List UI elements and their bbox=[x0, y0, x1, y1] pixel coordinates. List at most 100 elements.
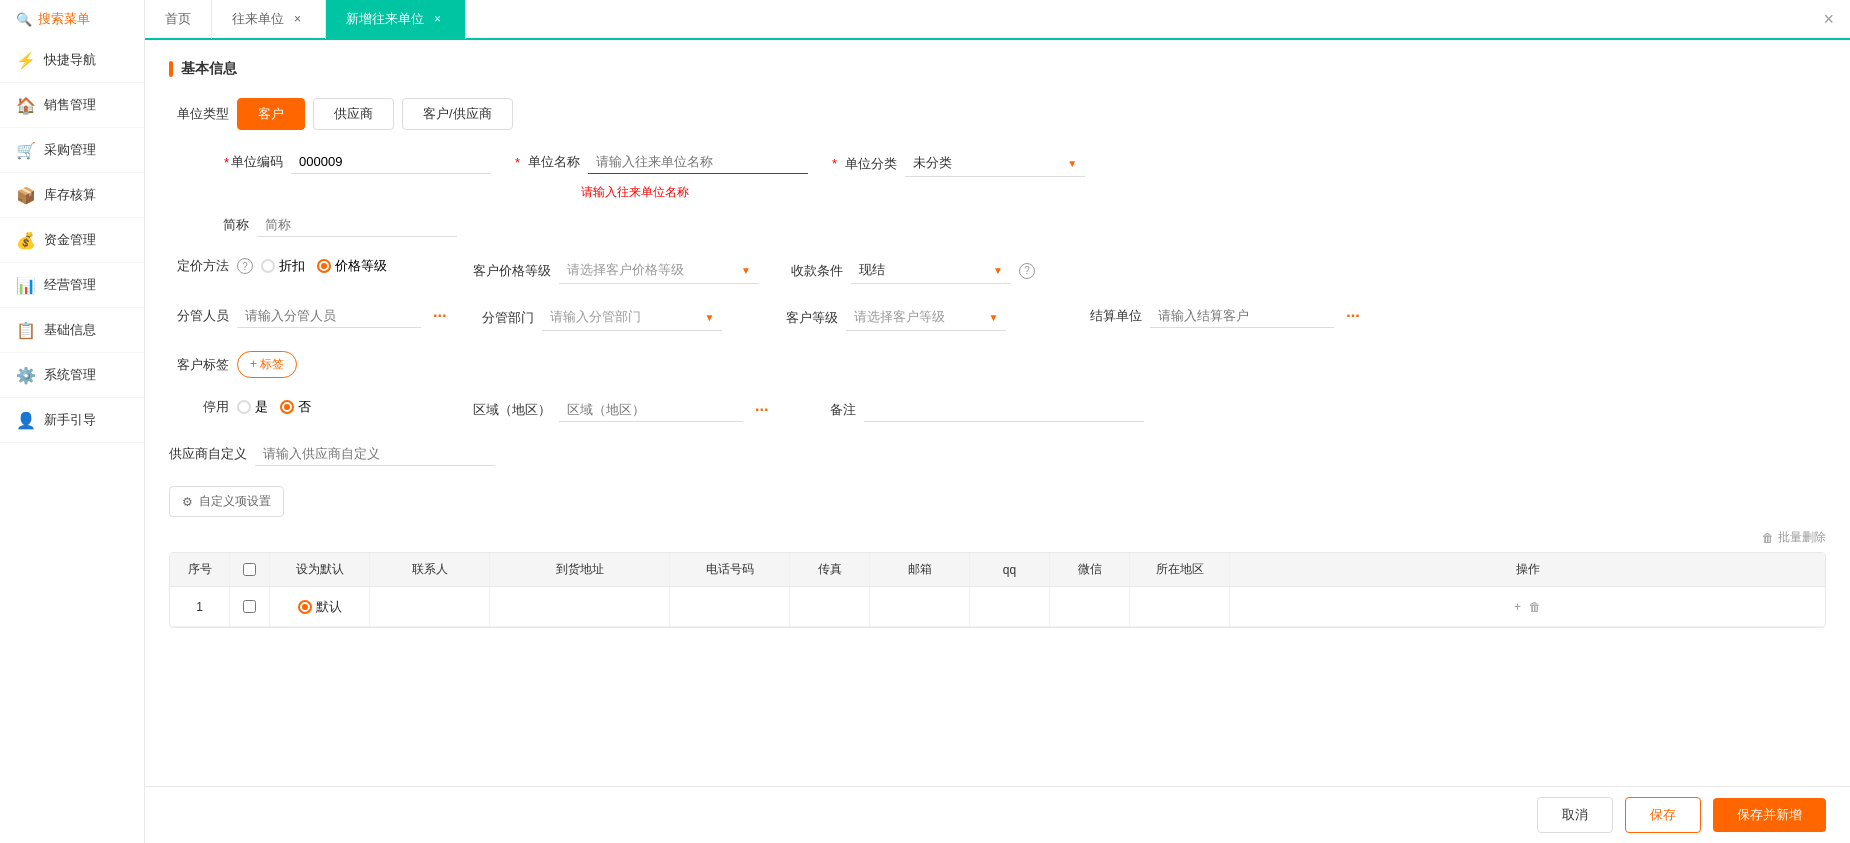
settlement-dots-button[interactable]: ··· bbox=[1342, 307, 1363, 325]
tab-partner[interactable]: 往来单位 × bbox=[212, 0, 326, 39]
type-btn-both[interactable]: 客户/供应商 bbox=[402, 98, 513, 130]
payment-terms-select[interactable]: 现结 ▼ bbox=[851, 257, 1011, 284]
add-tag-button[interactable]: + 标签 bbox=[237, 351, 297, 378]
sidebar-item-sales[interactable]: 🏠 销售管理 bbox=[0, 83, 144, 128]
remarks-group: 备注 bbox=[796, 398, 1144, 422]
pricing-help-icon[interactable]: ? bbox=[237, 258, 253, 274]
sidebar-item-guide[interactable]: 👤 新手引导 bbox=[0, 398, 144, 443]
settlement-group: 结算单位 ··· bbox=[1082, 304, 1363, 328]
customer-price-level-select[interactable]: 请选择客户价格等级 ▼ bbox=[559, 257, 759, 284]
customer-tag-label: 客户标签 bbox=[169, 356, 229, 374]
tab-new-partner-close[interactable]: × bbox=[430, 10, 445, 28]
unit-type-group: 单位类型 客户 供应商 客户/供应商 bbox=[169, 98, 513, 130]
qq-input[interactable] bbox=[982, 595, 1037, 618]
radio-discount[interactable]: 折扣 bbox=[261, 257, 305, 275]
radio-yes[interactable]: 是 bbox=[237, 398, 268, 416]
tab-partner-label: 往来单位 bbox=[232, 10, 284, 28]
manager-input[interactable] bbox=[237, 304, 421, 328]
sidebar-item-purchase-label: 采购管理 bbox=[44, 141, 96, 159]
unit-name-input[interactable] bbox=[588, 150, 808, 174]
manager-dots-button[interactable]: ··· bbox=[429, 307, 450, 325]
dept-select[interactable]: 请输入分管部门 ▼ bbox=[542, 304, 722, 331]
payment-help-icon[interactable]: ? bbox=[1019, 263, 1035, 279]
sidebar-item-system[interactable]: ⚙️ 系统管理 bbox=[0, 353, 144, 398]
sidebar-item-operation[interactable]: 📊 经营管理 bbox=[0, 263, 144, 308]
remarks-input[interactable] bbox=[864, 398, 1144, 422]
sidebar-item-guide-label: 新手引导 bbox=[44, 411, 96, 429]
sidebar-item-purchase[interactable]: 🛒 采购管理 bbox=[0, 128, 144, 173]
email-input[interactable] bbox=[882, 595, 957, 618]
unit-category-select[interactable]: 未分类 ▼ bbox=[905, 150, 1085, 177]
window-close-button[interactable]: × bbox=[1807, 9, 1850, 30]
tab-home[interactable]: 首页 bbox=[145, 0, 212, 39]
tab-new-partner[interactable]: 新增往来单位 × bbox=[326, 0, 466, 39]
radio-price-level-label: 价格等级 bbox=[335, 257, 387, 275]
sidebar-search-label: 搜索菜单 bbox=[38, 10, 90, 28]
cell-check[interactable] bbox=[230, 587, 270, 626]
sidebar-item-quicknav[interactable]: ⚡ 快捷导航 bbox=[0, 38, 144, 83]
contact-input[interactable] bbox=[382, 595, 477, 618]
payment-terms-value: 现结 bbox=[859, 261, 885, 279]
table-header-checkbox[interactable] bbox=[243, 563, 256, 576]
col-header-wx: 微信 bbox=[1050, 553, 1130, 586]
add-row-button[interactable]: + bbox=[1514, 600, 1521, 614]
unit-type-label: 单位类型 bbox=[169, 105, 229, 123]
cell-wx[interactable] bbox=[1050, 587, 1130, 626]
custom-settings-button[interactable]: ⚙ 自定义项设置 bbox=[169, 486, 284, 517]
radio-no[interactable]: 否 bbox=[280, 398, 311, 416]
supplier-custom-label: 供应商自定义 bbox=[169, 445, 247, 463]
unit-code-input[interactable] bbox=[291, 150, 491, 174]
dept-group: 分管部门 请输入分管部门 ▼ bbox=[474, 304, 754, 331]
row-checkbox[interactable] bbox=[243, 600, 256, 613]
cell-region[interactable] bbox=[1130, 587, 1230, 626]
customer-level-select[interactable]: 请选择客户等级 ▼ bbox=[846, 304, 1006, 331]
sidebar-item-basic-label: 基础信息 bbox=[44, 321, 96, 339]
batch-delete-label[interactable]: 批量删除 bbox=[1778, 529, 1826, 546]
customer-level-placeholder: 请选择客户等级 bbox=[854, 308, 945, 326]
save-new-button[interactable]: 保存并新增 bbox=[1713, 798, 1826, 832]
cell-fax[interactable] bbox=[790, 587, 870, 626]
address-input[interactable] bbox=[502, 595, 657, 618]
search-icon: 🔍 bbox=[16, 12, 32, 27]
cell-phone[interactable] bbox=[670, 587, 790, 626]
row-region-input[interactable] bbox=[1142, 595, 1217, 618]
supplier-custom-input[interactable] bbox=[255, 442, 495, 466]
pricing-label: 定价方法 bbox=[169, 257, 229, 275]
cell-contact[interactable] bbox=[370, 587, 490, 626]
sidebar-item-finance[interactable]: 💰 资金管理 bbox=[0, 218, 144, 263]
purchase-icon: 🛒 bbox=[16, 140, 36, 160]
unit-category-group: * 单位分类 未分类 ▼ bbox=[832, 150, 1112, 177]
region-input[interactable] bbox=[559, 398, 743, 422]
radio-price-level[interactable]: 价格等级 bbox=[317, 257, 387, 275]
short-name-input[interactable] bbox=[257, 213, 457, 237]
type-btn-supplier[interactable]: 供应商 bbox=[313, 98, 394, 130]
tab-partner-close[interactable]: × bbox=[290, 10, 305, 28]
default-radio[interactable]: 默认 bbox=[298, 598, 342, 616]
save-button[interactable]: 保存 bbox=[1625, 797, 1701, 833]
phone-input[interactable] bbox=[682, 595, 777, 618]
settlement-label: 结算单位 bbox=[1082, 307, 1142, 325]
cell-email[interactable] bbox=[870, 587, 970, 626]
sidebar-item-basic[interactable]: 📋 基础信息 bbox=[0, 308, 144, 353]
fax-input[interactable] bbox=[800, 595, 860, 618]
tab-home-label: 首页 bbox=[165, 10, 191, 28]
cancel-button[interactable]: 取消 bbox=[1537, 797, 1613, 833]
short-name-group: 简称 bbox=[169, 213, 457, 237]
cell-address[interactable] bbox=[490, 587, 670, 626]
col-header-fax: 传真 bbox=[790, 553, 870, 586]
main-area: 首页 往来单位 × 新增往来单位 × × 基本信息 单位类型 客户 供应商 bbox=[145, 0, 1850, 843]
type-btn-customer[interactable]: 客户 bbox=[237, 98, 305, 130]
region-dots-button[interactable]: ··· bbox=[751, 401, 772, 419]
section-header: 基本信息 bbox=[169, 60, 1826, 78]
cell-qq[interactable] bbox=[970, 587, 1050, 626]
settlement-input[interactable] bbox=[1150, 304, 1334, 328]
supplier-custom-group: 供应商自定义 bbox=[169, 442, 495, 466]
sidebar-item-system-label: 系统管理 bbox=[44, 366, 96, 384]
contacts-table: 序号 设为默认 联系人 到货地址 电话号码 传真 bbox=[169, 552, 1826, 628]
delete-row-button[interactable]: 🗑 bbox=[1529, 600, 1541, 614]
sidebar-search[interactable]: 🔍 搜索菜单 bbox=[0, 0, 144, 38]
manager-label: 分管人员 bbox=[169, 307, 229, 325]
radio-price-level-circle bbox=[317, 259, 331, 273]
sidebar-item-inventory[interactable]: 📦 库存核算 bbox=[0, 173, 144, 218]
wx-input[interactable] bbox=[1062, 595, 1117, 618]
